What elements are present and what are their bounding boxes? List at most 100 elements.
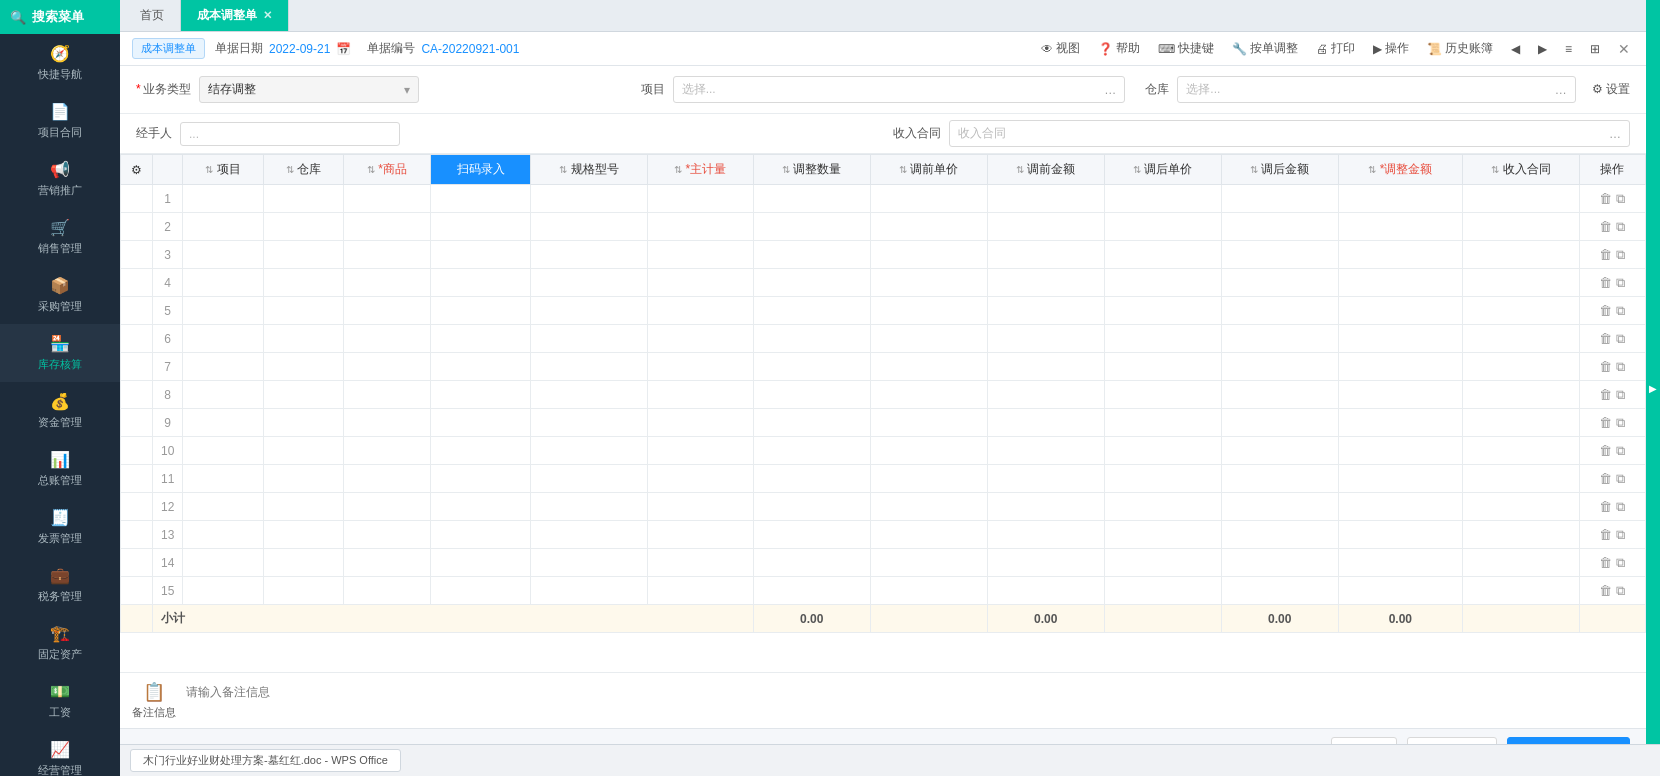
row-scan-input[interactable]: [431, 213, 531, 241]
tab-close-icon[interactable]: ✕: [263, 9, 272, 22]
row-adjust-qty[interactable]: [753, 213, 870, 241]
row-after-price[interactable]: [1104, 353, 1221, 381]
row-unit[interactable]: [647, 185, 753, 213]
row-scan-input[interactable]: [431, 437, 531, 465]
batch-adjust-btn[interactable]: 🔧 按单调整: [1228, 38, 1302, 59]
row-after-amount[interactable]: [1221, 549, 1338, 577]
table-row[interactable]: 8 🗑 ⧉: [121, 381, 1646, 409]
row-scan-input[interactable]: [431, 465, 531, 493]
sidebar-item-payroll[interactable]: 💵 工资: [0, 672, 120, 730]
row-after-price[interactable]: [1104, 297, 1221, 325]
row-project[interactable]: [183, 549, 263, 577]
row-unit[interactable]: [647, 549, 753, 577]
row-adjust-amount[interactable]: [1338, 185, 1462, 213]
row-scan-input[interactable]: [431, 549, 531, 577]
col-unit[interactable]: ⇅ *主计量: [647, 155, 753, 185]
row-project[interactable]: [183, 185, 263, 213]
row-delete-btn[interactable]: 🗑: [1599, 555, 1612, 570]
row-project[interactable]: [183, 241, 263, 269]
row-spec[interactable]: [530, 437, 647, 465]
row-project[interactable]: [183, 353, 263, 381]
row-scan-input[interactable]: [431, 521, 531, 549]
handler-input[interactable]: ...: [180, 122, 400, 146]
row-after-price[interactable]: [1104, 269, 1221, 297]
row-after-price[interactable]: [1104, 213, 1221, 241]
row-unit[interactable]: [647, 381, 753, 409]
table-row[interactable]: 1 🗑 ⧉: [121, 185, 1646, 213]
row-before-price[interactable]: [870, 381, 987, 409]
row-scan-input[interactable]: [431, 185, 531, 213]
income-contract-ellipsis[interactable]: …: [1609, 127, 1621, 141]
row-product[interactable]: [343, 437, 430, 465]
row-after-amount[interactable]: [1221, 521, 1338, 549]
row-unit[interactable]: [647, 325, 753, 353]
row-before-amount[interactable]: [987, 577, 1104, 605]
row-project[interactable]: [183, 269, 263, 297]
row-product[interactable]: [343, 521, 430, 549]
row-copy-btn[interactable]: ⧉: [1616, 415, 1625, 431]
row-copy-btn[interactable]: ⧉: [1616, 275, 1625, 291]
row-unit[interactable]: [647, 437, 753, 465]
row-warehouse[interactable]: [263, 241, 343, 269]
sidebar-item-sales-promotion[interactable]: 📢 营销推广: [0, 150, 120, 208]
row-after-price[interactable]: [1104, 521, 1221, 549]
row-product[interactable]: [343, 213, 430, 241]
date-value[interactable]: 2022-09-21: [269, 42, 330, 56]
row-adjust-qty[interactable]: [753, 493, 870, 521]
row-before-amount[interactable]: [987, 465, 1104, 493]
row-scan-input[interactable]: [431, 325, 531, 353]
row-adjust-amount[interactable]: [1338, 577, 1462, 605]
row-before-amount[interactable]: [987, 493, 1104, 521]
row-spec[interactable]: [530, 465, 647, 493]
income-contract-input[interactable]: 收入合同 …: [949, 120, 1630, 147]
row-scan-input[interactable]: [431, 409, 531, 437]
row-warehouse[interactable]: [263, 437, 343, 465]
col-warehouse[interactable]: ⇅ 仓库: [263, 155, 343, 185]
row-income-contract[interactable]: [1462, 381, 1579, 409]
row-adjust-qty[interactable]: [753, 185, 870, 213]
row-spec[interactable]: [530, 521, 647, 549]
row-project[interactable]: [183, 493, 263, 521]
doc-close-btn[interactable]: ✕: [1614, 41, 1634, 57]
row-adjust-qty[interactable]: [753, 437, 870, 465]
row-before-price[interactable]: [870, 185, 987, 213]
row-adjust-amount[interactable]: [1338, 325, 1462, 353]
layout-list-btn[interactable]: ≡: [1561, 40, 1576, 58]
row-delete-btn[interactable]: 🗑: [1599, 443, 1612, 458]
row-before-price[interactable]: [870, 353, 987, 381]
row-after-amount[interactable]: [1221, 381, 1338, 409]
row-income-contract[interactable]: [1462, 437, 1579, 465]
history-btn[interactable]: 📜 历史账簿: [1423, 38, 1497, 59]
row-after-amount[interactable]: [1221, 577, 1338, 605]
row-spec[interactable]: [530, 269, 647, 297]
row-delete-btn[interactable]: 🗑: [1599, 303, 1612, 318]
settings-form-icon[interactable]: ⚙ 设置: [1592, 81, 1630, 98]
row-income-contract[interactable]: [1462, 521, 1579, 549]
row-adjust-amount[interactable]: [1338, 493, 1462, 521]
row-before-amount[interactable]: [987, 409, 1104, 437]
row-unit[interactable]: [647, 297, 753, 325]
row-product[interactable]: [343, 185, 430, 213]
row-warehouse[interactable]: [263, 353, 343, 381]
row-delete-btn[interactable]: 🗑: [1599, 583, 1612, 598]
row-adjust-qty[interactable]: [753, 521, 870, 549]
table-row[interactable]: 4 🗑 ⧉: [121, 269, 1646, 297]
calendar-icon[interactable]: 📅: [336, 42, 351, 56]
row-adjust-amount[interactable]: [1338, 549, 1462, 577]
table-row[interactable]: 5 🗑 ⧉: [121, 297, 1646, 325]
right-edge-panel[interactable]: ▶: [1646, 0, 1660, 776]
tab-home[interactable]: 首页: [124, 0, 181, 31]
row-before-price[interactable]: [870, 409, 987, 437]
table-row[interactable]: 7 🗑 ⧉: [121, 353, 1646, 381]
row-project[interactable]: [183, 213, 263, 241]
row-after-amount[interactable]: [1221, 213, 1338, 241]
row-unit[interactable]: [647, 213, 753, 241]
row-product[interactable]: [343, 353, 430, 381]
row-product[interactable]: [343, 465, 430, 493]
col-after-price[interactable]: ⇅ 调后单价: [1104, 155, 1221, 185]
row-adjust-amount[interactable]: [1338, 297, 1462, 325]
warehouse-ellipsis[interactable]: …: [1555, 83, 1567, 97]
row-project[interactable]: [183, 381, 263, 409]
row-adjust-qty[interactable]: [753, 465, 870, 493]
row-adjust-qty[interactable]: [753, 297, 870, 325]
